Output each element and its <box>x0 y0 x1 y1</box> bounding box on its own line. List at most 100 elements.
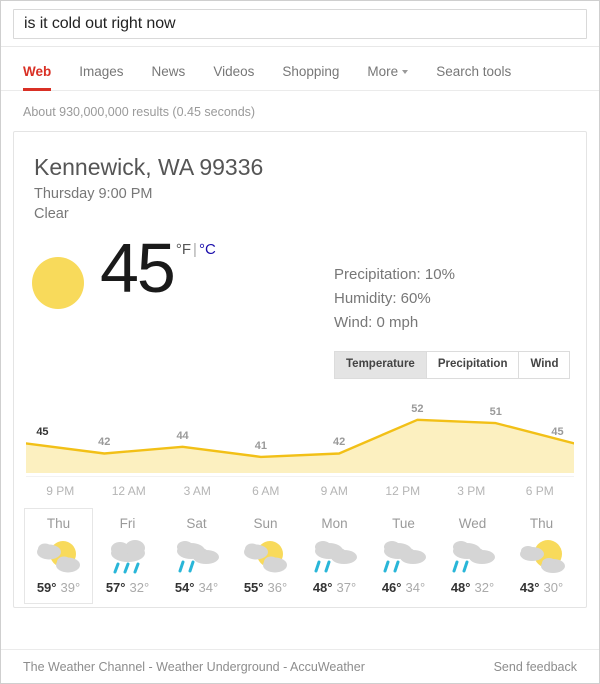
sun-icon <box>32 256 84 309</box>
partly-sunny-icon <box>232 534 299 578</box>
search-bar: is it cold out right now <box>1 1 599 47</box>
weather-location: Kennewick, WA 99336 <box>34 154 264 180</box>
search-input[interactable]: is it cold out right now <box>13 9 587 39</box>
forecast-high: 46° <box>381 579 402 595</box>
partly-sunny-icon <box>508 534 575 578</box>
chart-point-label: 41 <box>254 439 267 452</box>
forecast-day-name: Mon <box>321 515 348 531</box>
unit-separator: | <box>193 240 197 258</box>
chart-metric-toggle-group: Temperature Precipitation Wind <box>334 351 586 379</box>
forecast-day-name: Sun <box>253 515 278 531</box>
chart-point-label: 51 <box>489 406 502 419</box>
chart-axis-tick: 6 AM <box>252 483 280 498</box>
chart-time-axis: 9 PM 12 AM 3 AM 6 AM 9 AM 12 PM 3 PM 6 PM <box>26 475 574 498</box>
forecast-temps: 46° 34° <box>370 580 437 595</box>
forecast-high: 57° <box>105 579 126 595</box>
forecast-day-name: Wed <box>458 515 487 531</box>
rain-partial-icon <box>163 534 230 578</box>
chart-axis-tick: 6 PM <box>525 483 554 498</box>
forecast-low: 37° <box>336 579 357 595</box>
toggle-precipitation[interactable]: Precipitation <box>425 351 520 379</box>
chart-point-label: 52 <box>411 402 424 415</box>
result-type-tabs: Web Images News Videos Shopping More Sea… <box>1 47 599 91</box>
chart-axis-tick: 9 PM <box>46 483 75 498</box>
forecast-day-mon[interactable]: Mon 48° 37° <box>300 508 369 604</box>
forecast-low: 32° <box>129 579 150 595</box>
weather-details: Precipitation: 10% Humidity: 60% Wind: 0… <box>334 263 586 336</box>
forecast-day-name: Thu <box>529 515 554 531</box>
chevron-down-icon <box>402 70 409 75</box>
chart-axis-tick: 12 PM <box>385 483 421 498</box>
hourly-temperature-chart[interactable]: 45 42 44 41 42 52 51 45 <box>26 395 574 473</box>
weather-card: Kennewick, WA 99336 Thursday 9:00 PM Cle… <box>13 131 587 608</box>
forecast-day-thu-1[interactable]: Thu 59° 39° <box>24 507 93 604</box>
rain-partial-icon <box>439 534 506 578</box>
chart-axis-tick: 12 AM <box>111 483 146 498</box>
tab-more-label: More <box>367 64 399 79</box>
tab-videos[interactable]: Videos <box>213 64 254 90</box>
rain-icon <box>94 534 161 578</box>
tab-news[interactable]: News <box>152 64 186 90</box>
chart-axis-tick: 3 PM <box>457 483 486 498</box>
forecast-temps: 43° 30° <box>508 580 575 595</box>
search-results-page: is it cold out right now Web Images News… <box>0 0 600 684</box>
chart-axis-tick: 9 AM <box>320 483 348 498</box>
forecast-temps: 57° 32° <box>94 580 161 595</box>
forecast-temps: 54° 34° <box>163 580 230 595</box>
tab-web-label: Web <box>23 64 52 79</box>
tab-images[interactable]: Images <box>79 64 123 90</box>
forecast-high: 43° <box>519 579 540 595</box>
forecast-low: 32° <box>474 579 495 595</box>
toggle-wind[interactable]: Wind <box>518 351 571 379</box>
rain-partial-icon <box>370 534 437 578</box>
forecast-day-sat[interactable]: Sat 54° 34° <box>162 508 231 604</box>
forecast-day-sun[interactable]: Sun 55° 36° <box>231 508 300 604</box>
forecast-temps: 55° 36° <box>232 580 299 595</box>
forecast-temps: 48° 32° <box>439 580 506 595</box>
tab-images-label: Images <box>79 64 124 79</box>
tab-news-label: News <box>151 64 186 79</box>
chart-point-label: 45 <box>36 426 49 439</box>
forecast-low: 30° <box>543 579 564 595</box>
tab-web[interactable]: Web <box>23 64 52 91</box>
rain-partial-icon <box>301 534 368 578</box>
unit-fahrenheit[interactable]: °F <box>176 241 191 258</box>
detail-humidity: Humidity: 60% <box>334 289 431 307</box>
unit-celsius[interactable]: °C <box>199 241 216 258</box>
forecast-high: 48° <box>312 579 333 595</box>
forecast-day-name: Sat <box>186 515 207 531</box>
forecast-day-name: Thu <box>46 515 71 531</box>
tab-videos-label: Videos <box>213 64 255 79</box>
weather-header: Kennewick, WA 99336 Thursday 9:00 PM Cle… <box>14 132 586 225</box>
detail-precipitation: Precipitation: 10% <box>334 265 455 283</box>
send-feedback-link[interactable]: Send feedback <box>494 660 577 674</box>
forecast-high: 48° <box>450 579 471 595</box>
forecast-day-wed[interactable]: Wed 48° 32° <box>438 508 507 604</box>
weather-footer: The Weather Channel - Weather Undergroun… <box>1 649 599 683</box>
forecast-low: 34° <box>198 579 219 595</box>
chart-point-label: 44 <box>176 429 189 442</box>
weather-datetime: Thursday 9:00 PM <box>34 186 153 203</box>
forecast-high: 54° <box>174 579 195 595</box>
toggle-temperature[interactable]: Temperature <box>334 351 427 379</box>
forecast-temps: 48° 37° <box>301 580 368 595</box>
forecast-low: 34° <box>405 579 426 595</box>
forecast-day-thu-2[interactable]: Thu 43° 30° <box>507 508 576 604</box>
results-count: About 930,000,000 results (0.45 seconds) <box>23 105 256 119</box>
forecast-temps: 59° 39° <box>25 580 92 595</box>
forecast-high: 55° <box>243 579 264 595</box>
chart-point-label: 45 <box>551 426 564 439</box>
tab-search-tools[interactable]: Search tools <box>436 64 511 90</box>
forecast-day-name: Tue <box>392 515 415 531</box>
tab-shopping[interactable]: Shopping <box>282 64 339 90</box>
forecast-day-name: Fri <box>119 515 136 531</box>
detail-wind: Wind: 0 mph <box>334 314 419 332</box>
current-conditions-row: 45 °F | °C Precipitation: 10% Humidity: 60… <box>14 233 586 379</box>
current-temperature-block: 45 °F | °C <box>100 233 216 379</box>
tab-more[interactable]: More <box>367 64 409 90</box>
forecast-day-tue[interactable]: Tue 46° 34° <box>369 508 438 604</box>
weather-sources[interactable]: The Weather Channel - Weather Undergroun… <box>23 660 365 674</box>
search-query-text: is it cold out right now <box>24 15 176 32</box>
forecast-day-fri[interactable]: Fri 57° 32° <box>93 508 162 604</box>
unit-toggle: °F | °C <box>176 241 216 258</box>
